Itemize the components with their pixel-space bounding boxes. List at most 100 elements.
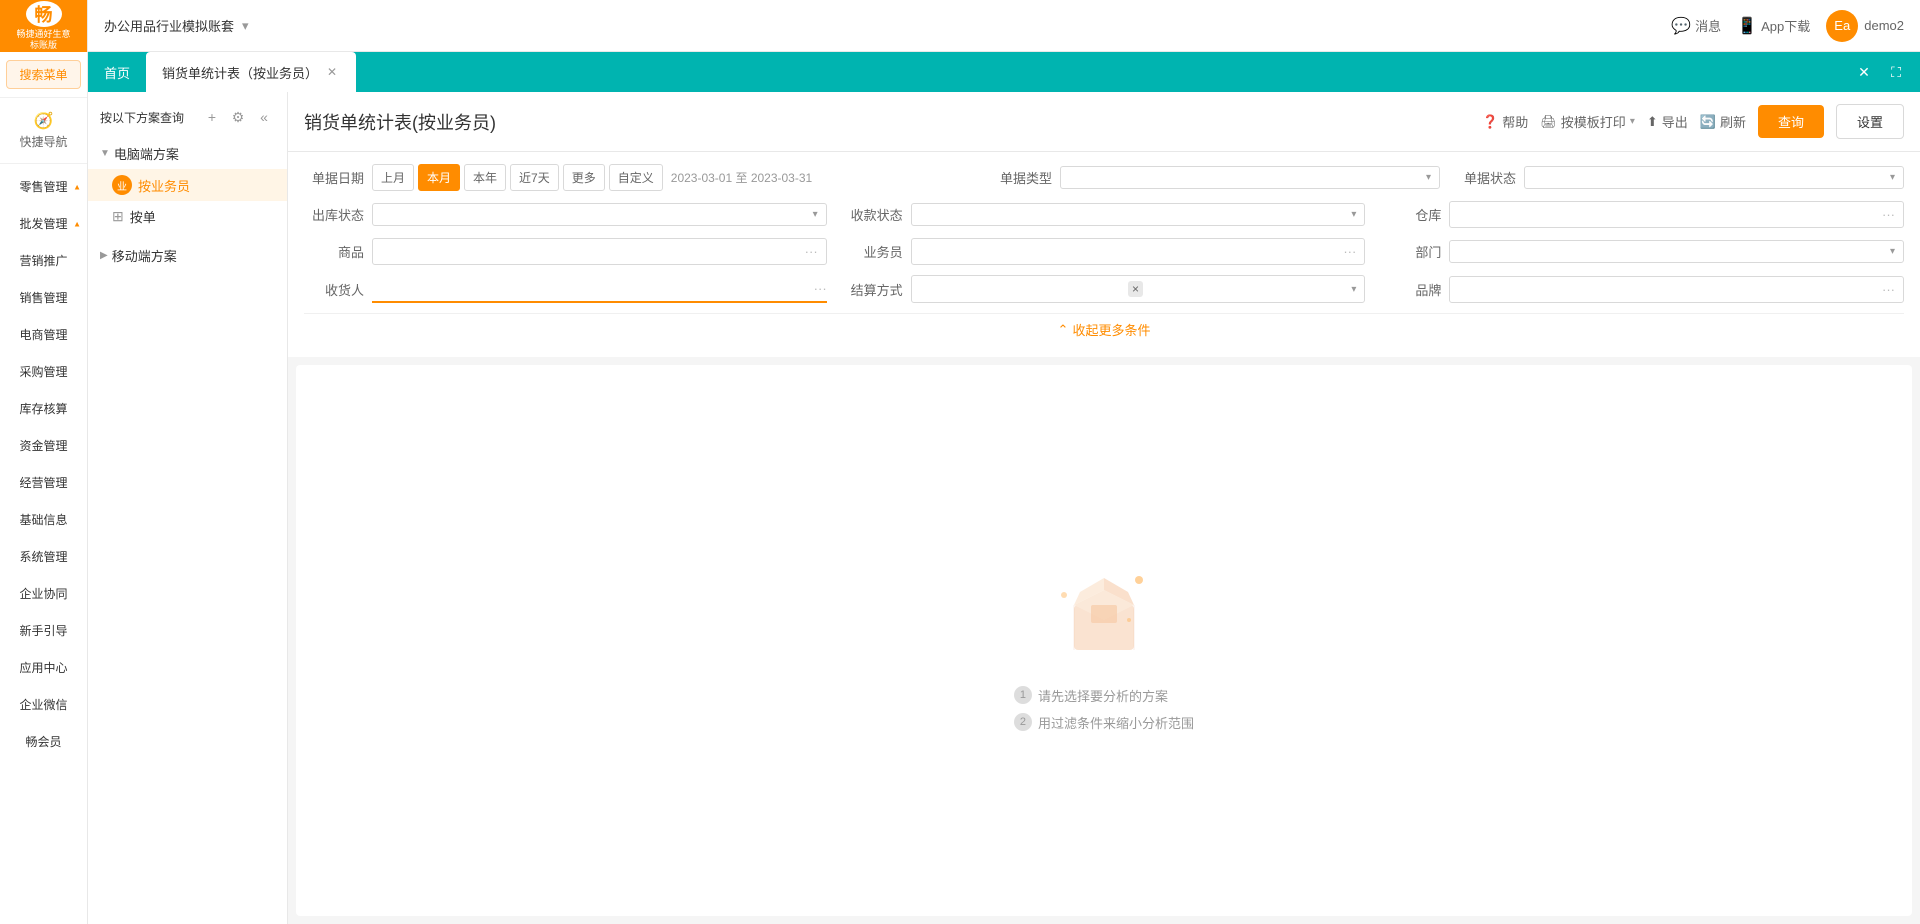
out-status-select[interactable]: ▾ xyxy=(372,203,827,226)
scheme-group-mobile: ▶ 移动端方案 xyxy=(88,236,287,275)
tab-expand-icon[interactable]: ⛶ xyxy=(1884,60,1908,84)
warehouse-select[interactable]: ··· xyxy=(1449,201,1904,228)
warehouse-dots-icon: ··· xyxy=(1882,207,1895,222)
scheme-panel-actions: + ⚙ « xyxy=(201,106,275,128)
query-button[interactable]: 查询 xyxy=(1758,105,1824,138)
sidebar-item-collab[interactable]: 企业协同 xyxy=(0,575,87,612)
sidebar-item-quick-nav[interactable]: 🧭 快捷导航 xyxy=(0,104,87,157)
breadcrumb-arrow-icon[interactable]: ▾ xyxy=(242,18,249,34)
filter-receipt-status-item: 收款状态 ▾ xyxy=(843,203,1382,226)
collapse-button[interactable]: ⌃ 收起更多条件 xyxy=(1058,320,1151,339)
scheme-settings-button[interactable]: ⚙ xyxy=(227,106,249,128)
scheme-group-desktop-label: 电脑端方案 xyxy=(114,144,179,163)
out-status-label: 出库状态 xyxy=(304,205,364,224)
sidebar-item-marketing[interactable]: 营销推广 xyxy=(0,242,87,279)
sidebar-item-member[interactable]: 畅会员 xyxy=(0,723,87,760)
scheme-group-desktop: ▼ 电脑端方案 业 按业务员 ⊞ 按单 xyxy=(88,134,287,236)
tab-home[interactable]: 首页 xyxy=(88,52,146,92)
doc-status-select[interactable]: ▾ xyxy=(1524,166,1904,189)
payment-x-btn[interactable]: × xyxy=(1132,282,1139,296)
triangle-icon: ▼ xyxy=(100,148,110,159)
date-this-year[interactable]: 本年 xyxy=(464,164,506,191)
sidebar-item-retail[interactable]: 零售管理 xyxy=(0,168,87,205)
filter-brand-item: 品牌 ··· xyxy=(1381,276,1904,303)
filter-doc-type-item: 单据类型 ▾ xyxy=(992,166,1456,189)
empty-state: 1 请先选择要分析的方案 2 用过滤条件来缩小分析范围 xyxy=(296,365,1912,916)
help-button[interactable]: ❓ 帮助 xyxy=(1482,112,1528,131)
date-this-month[interactable]: 本月 xyxy=(418,164,460,191)
template-print-button[interactable]: 🖨 按模板打印 ▾ xyxy=(1540,112,1635,131)
staff-select[interactable]: ··· xyxy=(911,238,1366,265)
sidebar-item-operation[interactable]: 经营管理 xyxy=(0,464,87,501)
sidebar-item-wechat[interactable]: 企业微信 xyxy=(0,686,87,723)
filter-date-item: 单据日期 上月 本月 本年 近7天 更多 自定义 2023-03-01 至 20… xyxy=(304,164,992,191)
scheme-item-by-order-label: 按单 xyxy=(130,207,156,226)
sidebar-item-app-center[interactable]: 应用中心 xyxy=(0,649,87,686)
tab-close-window-icon[interactable]: ✕ xyxy=(1852,60,1876,84)
export-icon: ⬆ xyxy=(1647,114,1658,130)
product-select[interactable]: ··· xyxy=(372,238,827,265)
scheme-item-by-staff[interactable]: 业 按业务员 xyxy=(88,169,287,201)
app-logo: 畅 畅捷通好生意 标账版 xyxy=(0,0,87,52)
sidebar: 畅 畅捷通好生意 标账版 搜索菜单 🧭 快捷导航 零售管理 批发管理 营销推广 … xyxy=(0,0,88,924)
search-menu-button[interactable]: 搜索菜单 xyxy=(6,60,81,89)
doc-type-select[interactable]: ▾ xyxy=(1060,166,1440,189)
sidebar-item-system[interactable]: 系统管理 xyxy=(0,538,87,575)
filter-doc-status-item: 单据状态 ▾ xyxy=(1456,166,1904,189)
content-area: 按以下方案查询 + ⚙ « ▼ 电脑端方案 业 xyxy=(88,92,1920,924)
refresh-button[interactable]: 🔄 刷新 xyxy=(1700,112,1746,131)
message-button[interactable]: 💬 消息 xyxy=(1671,16,1721,36)
receipt-status-arrow-icon: ▾ xyxy=(1351,209,1356,220)
dept-arrow-icon: ▾ xyxy=(1890,246,1895,257)
compass-icon: 🧭 xyxy=(34,111,54,131)
doc-status-label: 单据状态 xyxy=(1456,168,1516,187)
header-right-actions: 💬 消息 📱 App下载 Ea demo2 xyxy=(1671,10,1904,42)
sidebar-item-purchase[interactable]: 采购管理 xyxy=(0,353,87,390)
sidebar-item-finance[interactable]: 资金管理 xyxy=(0,427,87,464)
date-last-7[interactable]: 近7天 xyxy=(510,164,559,191)
date-custom[interactable]: 自定义 xyxy=(609,164,663,191)
user-menu-button[interactable]: Ea demo2 xyxy=(1826,10,1904,42)
date-more[interactable]: 更多 xyxy=(563,164,605,191)
date-last-month[interactable]: 上月 xyxy=(372,164,414,191)
empty-tip-2: 2 用过滤条件来缩小分析范围 xyxy=(1014,713,1194,732)
collapse-panel-button[interactable]: « xyxy=(253,106,275,128)
tab-sales-stat[interactable]: 销货单统计表（按业务员） ✕ xyxy=(146,52,356,92)
date-range-display: 2023-03-01 至 2023-03-31 xyxy=(671,169,812,186)
sidebar-item-sales[interactable]: 销售管理 xyxy=(0,279,87,316)
main-area: 办公用品行业模拟账套 ▾ 💬 消息 📱 App下载 Ea demo2 首页 xyxy=(88,0,1920,924)
dept-select[interactable]: ▾ xyxy=(1449,240,1904,263)
brand-dots-icon: ··· xyxy=(1882,282,1895,297)
sidebar-item-inventory[interactable]: 库存核算 xyxy=(0,390,87,427)
filter-product-item: 商品 ··· xyxy=(304,238,843,265)
scheme-group-mobile-header[interactable]: ▶ 移动端方案 xyxy=(88,240,287,271)
sidebar-item-wholesale[interactable]: 批发管理 xyxy=(0,205,87,242)
add-scheme-button[interactable]: + xyxy=(201,106,223,128)
receiver-input[interactable]: ··· xyxy=(372,276,827,303)
brand-label: 品牌 xyxy=(1381,280,1441,299)
tab-close-icon[interactable]: ✕ xyxy=(324,64,340,80)
sidebar-item-basic[interactable]: 基础信息 xyxy=(0,501,87,538)
export-button[interactable]: ⬆ 导出 xyxy=(1647,112,1688,131)
page-header: 销货单统计表(按业务员) ❓ 帮助 🖨 按模板打印 ▾ ⬆ 导出 xyxy=(288,92,1920,152)
sidebar-item-ecommerce[interactable]: 电商管理 xyxy=(0,316,87,353)
breadcrumb-area: 办公用品行业模拟账套 ▾ xyxy=(104,16,249,35)
collapse-up-icon: ⌃ xyxy=(1058,322,1069,338)
empty-svg xyxy=(1044,550,1164,670)
scheme-item-by-order[interactable]: ⊞ 按单 xyxy=(88,201,287,232)
payment-arrow-icon: ▾ xyxy=(1351,284,1356,295)
sidebar-item-newbie[interactable]: 新手引导 xyxy=(0,612,87,649)
empty-tips: 1 请先选择要分析的方案 2 用过滤条件来缩小分析范围 xyxy=(1014,686,1194,732)
brand-select[interactable]: ··· xyxy=(1449,276,1904,303)
page-title: 销货单统计表(按业务员) xyxy=(304,109,496,147)
receipt-status-select[interactable]: ▾ xyxy=(911,203,1366,226)
dept-label: 部门 xyxy=(1381,242,1441,261)
scheme-group-desktop-header[interactable]: ▼ 电脑端方案 xyxy=(88,138,287,169)
sidebar-quick-nav: 🧭 快捷导航 xyxy=(0,98,87,164)
payment-select[interactable]: × ▾ xyxy=(911,275,1366,303)
settings-button[interactable]: 设置 xyxy=(1836,104,1904,139)
product-label: 商品 xyxy=(304,242,364,261)
home-tab-label: 首页 xyxy=(104,63,130,82)
app-download-button[interactable]: 📱 App下载 xyxy=(1737,16,1810,36)
filter-warehouse-item: 仓库 ··· xyxy=(1381,201,1904,228)
